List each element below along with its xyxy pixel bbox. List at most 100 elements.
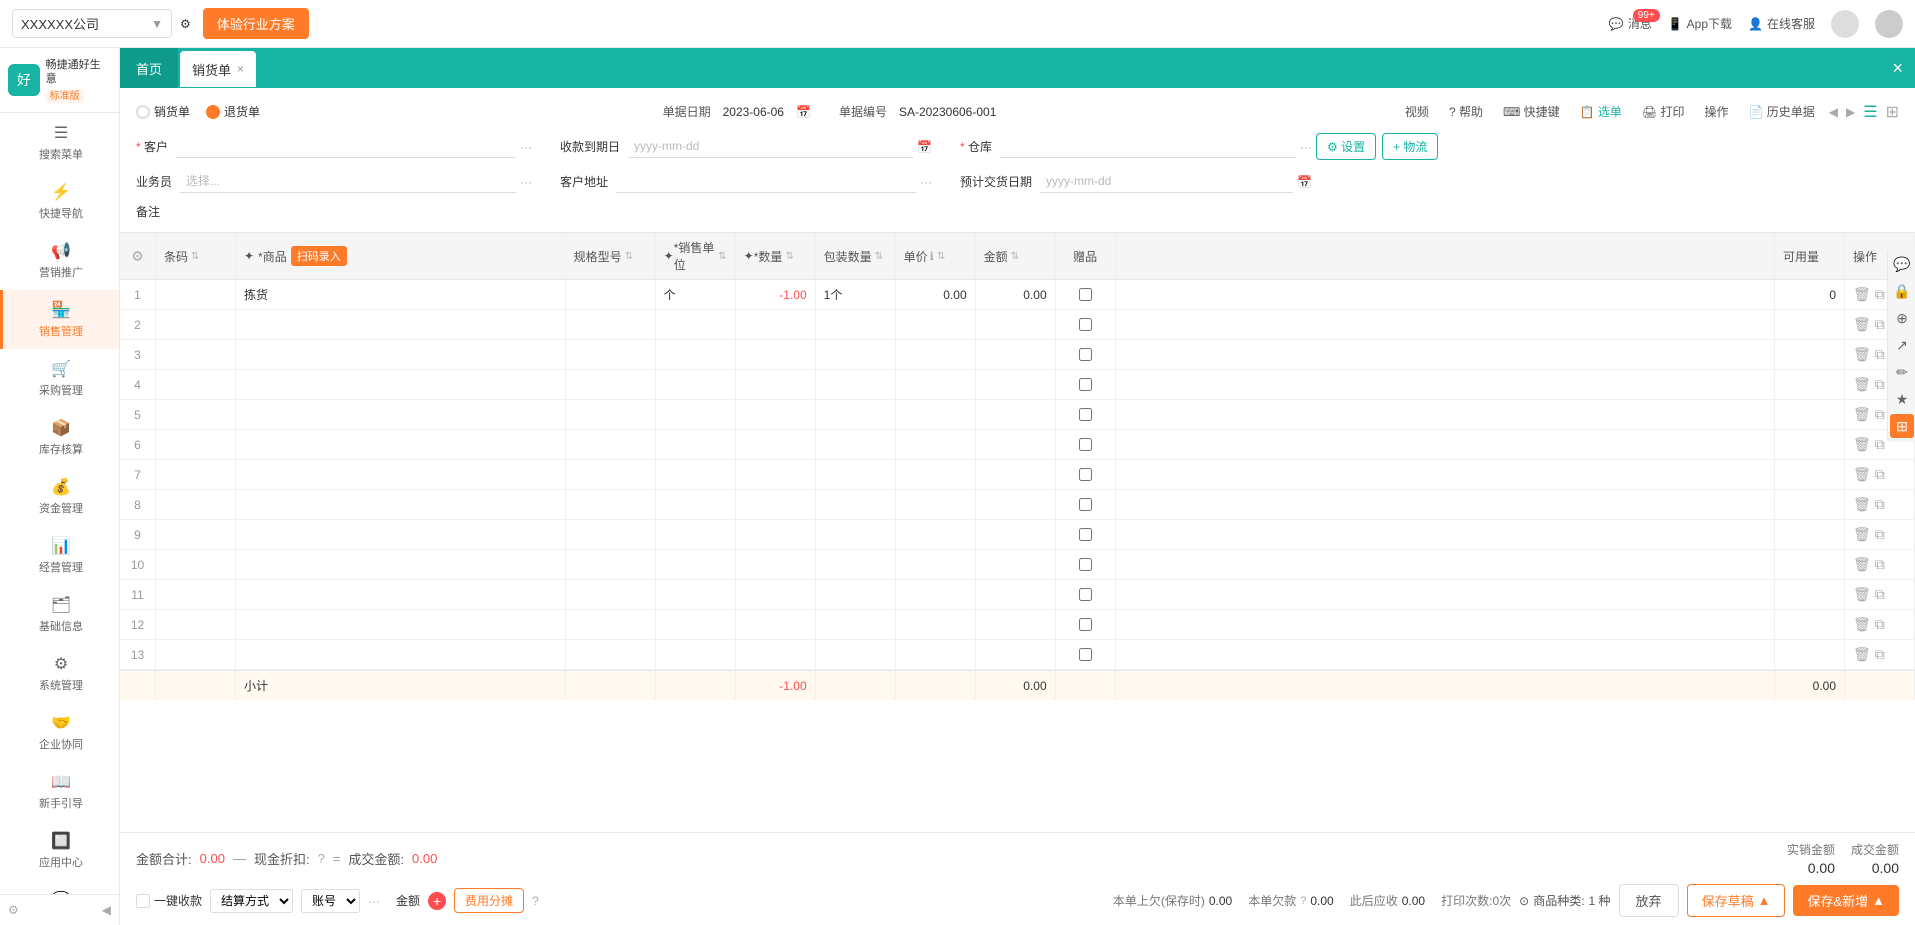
- expense-split-button[interactable]: 费用分摊: [454, 888, 524, 913]
- row-spec[interactable]: [566, 310, 656, 339]
- sidebar-item-sales[interactable]: 🏪 销售管理: [0, 290, 119, 349]
- row-1-amount[interactable]: 0.00: [976, 280, 1056, 309]
- tab-close-icon[interactable]: ×: [237, 62, 244, 76]
- radio-sale-order[interactable]: 销货单: [136, 103, 190, 120]
- row-1-copy-icon[interactable]: ⧉: [1875, 286, 1885, 303]
- sidebar-item-finance[interactable]: 💰 资金管理: [0, 467, 119, 526]
- save-new-button[interactable]: 保存&新增 ▲: [1793, 885, 1899, 916]
- row-spec[interactable]: [566, 340, 656, 369]
- row-unit[interactable]: [656, 340, 736, 369]
- row-barcode[interactable]: [156, 340, 236, 369]
- one-click-pay-checkbox[interactable]: 一键收款: [136, 892, 202, 909]
- sidebar-item-purchase[interactable]: 🛒 采购管理: [0, 349, 119, 408]
- scan-button[interactable]: 扫码录入: [291, 246, 347, 266]
- row-amount[interactable]: [976, 340, 1056, 369]
- float-btn-7[interactable]: ⊞: [1890, 414, 1914, 438]
- tab-home[interactable]: 首页: [120, 48, 178, 88]
- float-btn-5[interactable]: ✏: [1890, 360, 1914, 384]
- expense-help-icon[interactable]: ?: [532, 894, 539, 908]
- row-gift[interactable]: [1056, 340, 1116, 369]
- save-new-chevron[interactable]: ▲: [1872, 893, 1885, 908]
- online-service-item[interactable]: 👤 在线客服: [1748, 15, 1815, 32]
- operate-btn[interactable]: 操作: [1698, 100, 1734, 123]
- app-download-item[interactable]: 📱 App下载: [1668, 15, 1732, 32]
- message-item[interactable]: 💬 消息 99+: [1609, 15, 1652, 32]
- sidebar-settings-icon[interactable]: ⚙: [8, 903, 19, 917]
- copy-icon[interactable]: ⧉: [1875, 526, 1885, 543]
- avatar[interactable]: [1831, 10, 1859, 38]
- row-1-barcode[interactable]: [156, 280, 236, 309]
- float-btn-4[interactable]: ↗: [1890, 333, 1914, 357]
- delete-icon[interactable]: 🗑: [1853, 316, 1871, 333]
- sidebar-item-wechat[interactable]: 💬 企业微信: [0, 880, 119, 894]
- nav-next-icon[interactable]: ▶: [1846, 105, 1855, 119]
- sidebar-item-system[interactable]: ⚙ 系统管理: [0, 644, 119, 703]
- copy-icon[interactable]: ⧉: [1875, 556, 1885, 573]
- salesperson-input[interactable]: [180, 170, 516, 193]
- sidebar-collapse-icon[interactable]: ◀: [102, 903, 111, 917]
- salesperson-dots[interactable]: ···: [516, 175, 536, 189]
- spec-sort-icon[interactable]: ⇅: [625, 251, 633, 262]
- radio-return-order[interactable]: 退货单: [206, 103, 260, 120]
- row-pkgqty[interactable]: [816, 310, 896, 339]
- sidebar-item-quick-nav[interactable]: ⚡ 快捷导航: [0, 172, 119, 231]
- float-btn-3[interactable]: ⊕: [1890, 306, 1914, 330]
- sidebar-item-guide[interactable]: 📖 新手引导: [0, 762, 119, 821]
- logistics-button[interactable]: + 物流: [1382, 133, 1438, 160]
- sidebar-item-basic-info[interactable]: 🗂 基础信息: [0, 585, 119, 644]
- tab-bar-close-icon[interactable]: ×: [1892, 58, 1915, 79]
- row-1-product[interactable]: 拣货: [236, 280, 566, 309]
- shortcut-btn[interactable]: ⌨ 快捷键: [1497, 100, 1566, 123]
- qty-sort-icon[interactable]: ⇅: [785, 251, 793, 262]
- row-pkgqty[interactable]: [816, 340, 896, 369]
- trial-button[interactable]: 体验行业方案: [203, 8, 309, 39]
- row-1-gift[interactable]: [1056, 280, 1116, 309]
- due-date-calendar-icon[interactable]: 📅: [913, 140, 936, 154]
- delete-icon[interactable]: 🗑: [1853, 556, 1871, 573]
- customer-input[interactable]: [176, 135, 516, 158]
- delete-icon[interactable]: 🗑: [1853, 616, 1871, 633]
- amount-sort-icon[interactable]: ⇅: [1011, 251, 1019, 262]
- copy-icon[interactable]: ⧉: [1875, 316, 1885, 333]
- sidebar-item-inventory[interactable]: 📦 库存核算: [0, 408, 119, 467]
- row-1-price[interactable]: 0.00: [896, 280, 976, 309]
- price-sort-icon[interactable]: ⇅: [937, 251, 945, 262]
- delete-icon[interactable]: 🗑: [1853, 466, 1871, 483]
- order-short-help[interactable]: ?: [1300, 895, 1306, 907]
- copy-icon[interactable]: ⧉: [1875, 496, 1885, 513]
- delete-icon[interactable]: 🗑: [1853, 376, 1871, 393]
- expected-date-input[interactable]: [1040, 170, 1293, 193]
- barcode-sort-icon[interactable]: ⇅: [191, 251, 199, 262]
- sidebar-item-management[interactable]: 📊 经营管理: [0, 526, 119, 585]
- float-btn-6[interactable]: ★: [1890, 387, 1914, 411]
- row-1-gift-checkbox[interactable]: [1079, 288, 1092, 301]
- history-btn[interactable]: 📄 历史单据: [1742, 100, 1820, 123]
- add-row-button[interactable]: +: [428, 892, 446, 910]
- float-btn-1[interactable]: 💬: [1890, 252, 1914, 276]
- row-gift-checkbox[interactable]: [1079, 318, 1092, 331]
- account-select[interactable]: 账号: [301, 889, 360, 913]
- pkgqty-sort-icon[interactable]: ⇅: [875, 251, 883, 262]
- settings-icon[interactable]: ⚙: [180, 17, 191, 31]
- save-draft-button[interactable]: 保存草稿 ▲: [1687, 884, 1786, 917]
- delete-icon[interactable]: 🗑: [1853, 436, 1871, 453]
- select-btn[interactable]: 📋 选单: [1574, 100, 1628, 123]
- row-price[interactable]: [896, 310, 976, 339]
- row-product[interactable]: [236, 340, 566, 369]
- row-1-spec[interactable]: [566, 280, 656, 309]
- row-1-pkgqty[interactable]: 1个: [816, 280, 896, 309]
- nav-prev-icon[interactable]: ◀: [1829, 105, 1838, 119]
- delete-icon[interactable]: 🗑: [1853, 406, 1871, 423]
- sidebar-item-enterprise[interactable]: 🤝 企业协同: [0, 703, 119, 762]
- view-grid-icon[interactable]: ⊞: [1886, 102, 1899, 122]
- warehouse-input[interactable]: 建材仓: [1000, 135, 1296, 158]
- col-gear[interactable]: ⚙: [120, 233, 156, 279]
- delete-icon[interactable]: 🗑: [1853, 346, 1871, 363]
- print-btn[interactable]: 🖨 打印: [1636, 100, 1691, 123]
- delete-icon[interactable]: 🗑: [1853, 586, 1871, 603]
- tab-sale-order[interactable]: 销货单 ×: [180, 51, 256, 87]
- copy-icon[interactable]: ⧉: [1875, 436, 1885, 453]
- customer-addr-input[interactable]: [616, 170, 916, 193]
- delete-icon[interactable]: 🗑: [1853, 646, 1871, 663]
- save-draft-chevron[interactable]: ▲: [1758, 893, 1771, 908]
